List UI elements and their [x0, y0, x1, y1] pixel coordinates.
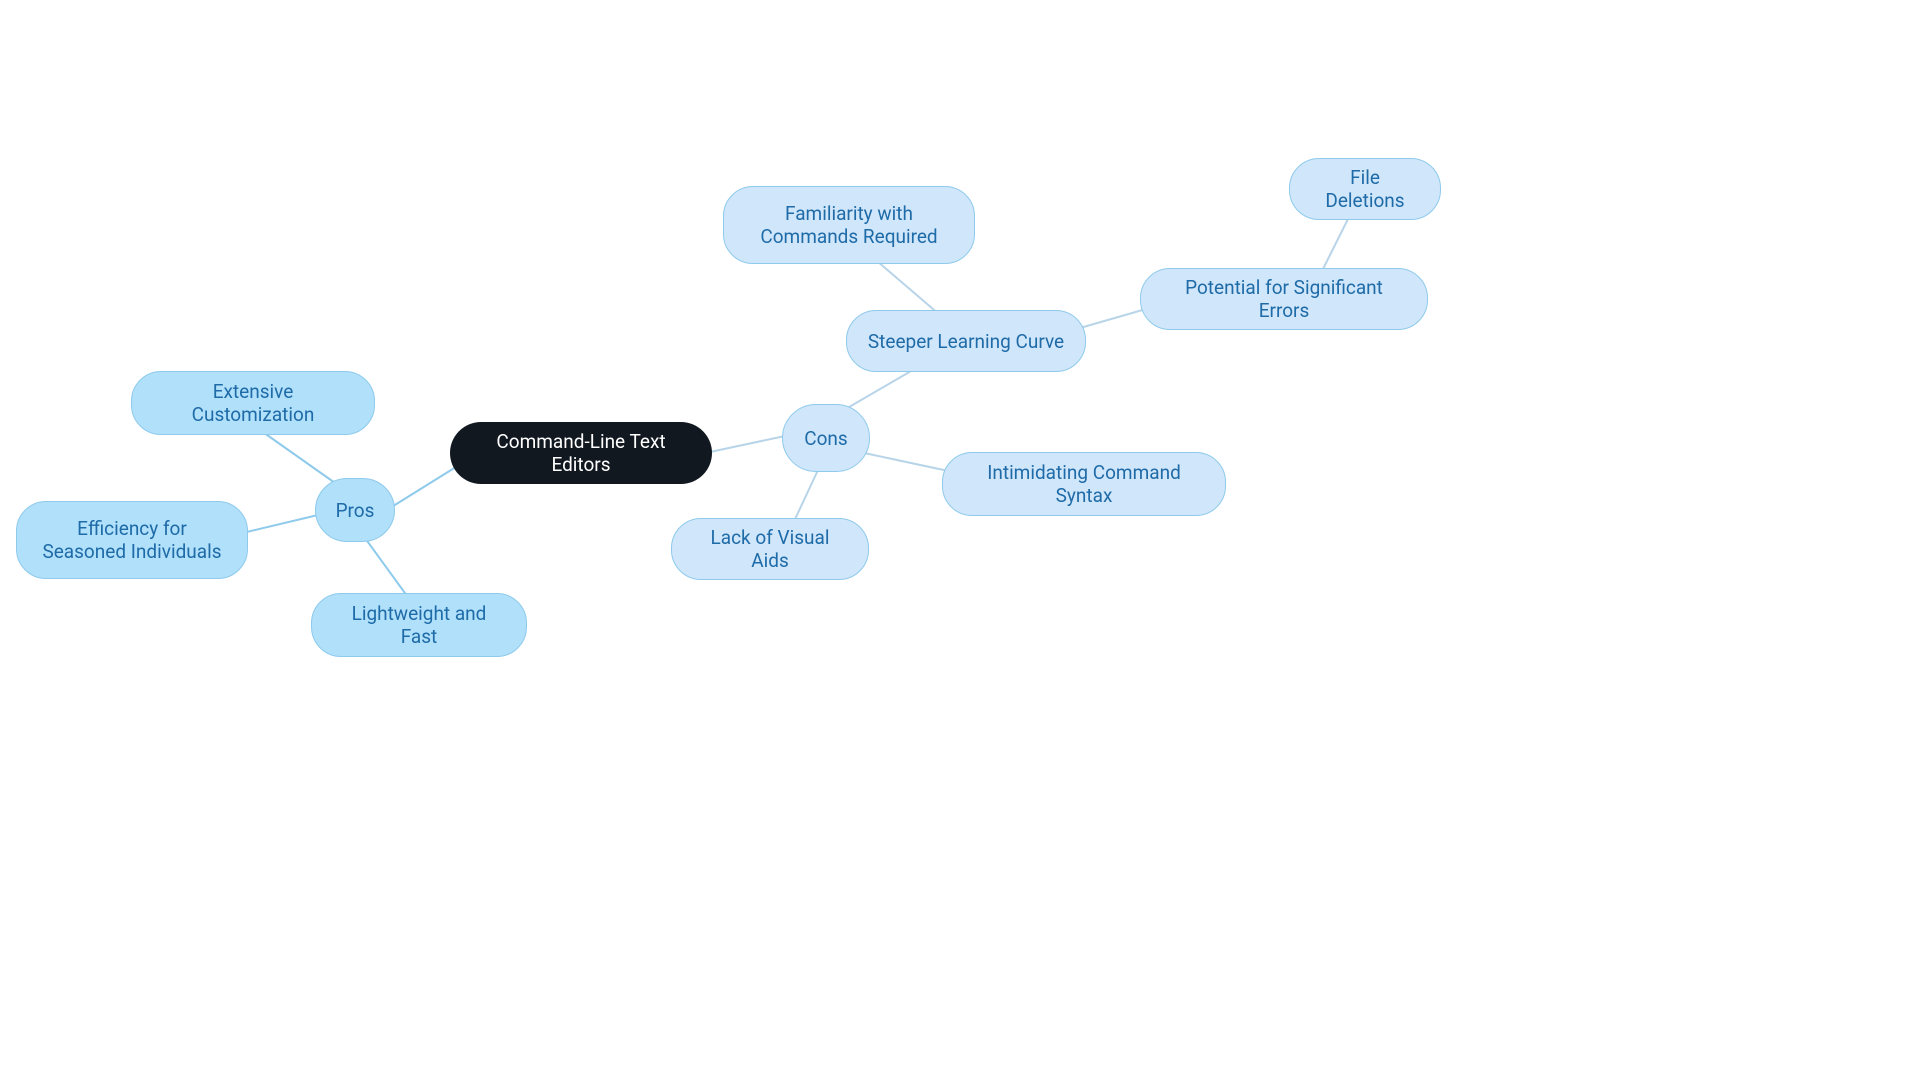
- cons-errors-node[interactable]: Potential for Significant Errors: [1140, 268, 1428, 330]
- cons-deletions-label: File Deletions: [1310, 166, 1420, 212]
- pros-label: Pros: [336, 499, 375, 522]
- cons-visual-node[interactable]: Lack of Visual Aids: [671, 518, 869, 580]
- pros-lightweight-label: Lightweight and Fast: [332, 602, 506, 648]
- edges-layer: [0, 0, 1920, 1083]
- pros-efficiency-node[interactable]: Efficiency for Seasoned Individuals: [16, 501, 248, 579]
- cons-familiarity-label: Familiarity with Commands Required: [744, 202, 954, 248]
- cons-syntax-node[interactable]: Intimidating Command Syntax: [942, 452, 1226, 516]
- cons-visual-label: Lack of Visual Aids: [692, 526, 848, 572]
- pros-customization-label: Extensive Customization: [152, 380, 354, 426]
- mindmap-canvas: Command-Line Text Editors Pros Extensive…: [0, 0, 1920, 1083]
- cons-learning-label: Steeper Learning Curve: [868, 330, 1064, 353]
- cons-node[interactable]: Cons: [782, 404, 870, 472]
- root-node[interactable]: Command-Line Text Editors: [450, 422, 712, 484]
- edge-pros-lightweight: [365, 538, 410, 600]
- pros-customization-node[interactable]: Extensive Customization: [131, 371, 375, 435]
- cons-deletions-node[interactable]: File Deletions: [1289, 158, 1441, 220]
- cons-learning-node[interactable]: Steeper Learning Curve: [846, 310, 1086, 372]
- cons-label: Cons: [804, 427, 848, 450]
- edge-errors-deletions: [1320, 215, 1350, 275]
- cons-familiarity-node[interactable]: Familiarity with Commands Required: [723, 186, 975, 264]
- edge-learning-familiarity: [870, 255, 940, 315]
- pros-node[interactable]: Pros: [315, 478, 395, 542]
- cons-syntax-label: Intimidating Command Syntax: [963, 461, 1205, 507]
- edge-root-cons: [710, 436, 785, 452]
- pros-lightweight-node[interactable]: Lightweight and Fast: [311, 593, 527, 657]
- cons-errors-label: Potential for Significant Errors: [1161, 276, 1407, 322]
- pros-efficiency-label: Efficiency for Seasoned Individuals: [37, 517, 227, 563]
- root-label: Command-Line Text Editors: [470, 430, 692, 476]
